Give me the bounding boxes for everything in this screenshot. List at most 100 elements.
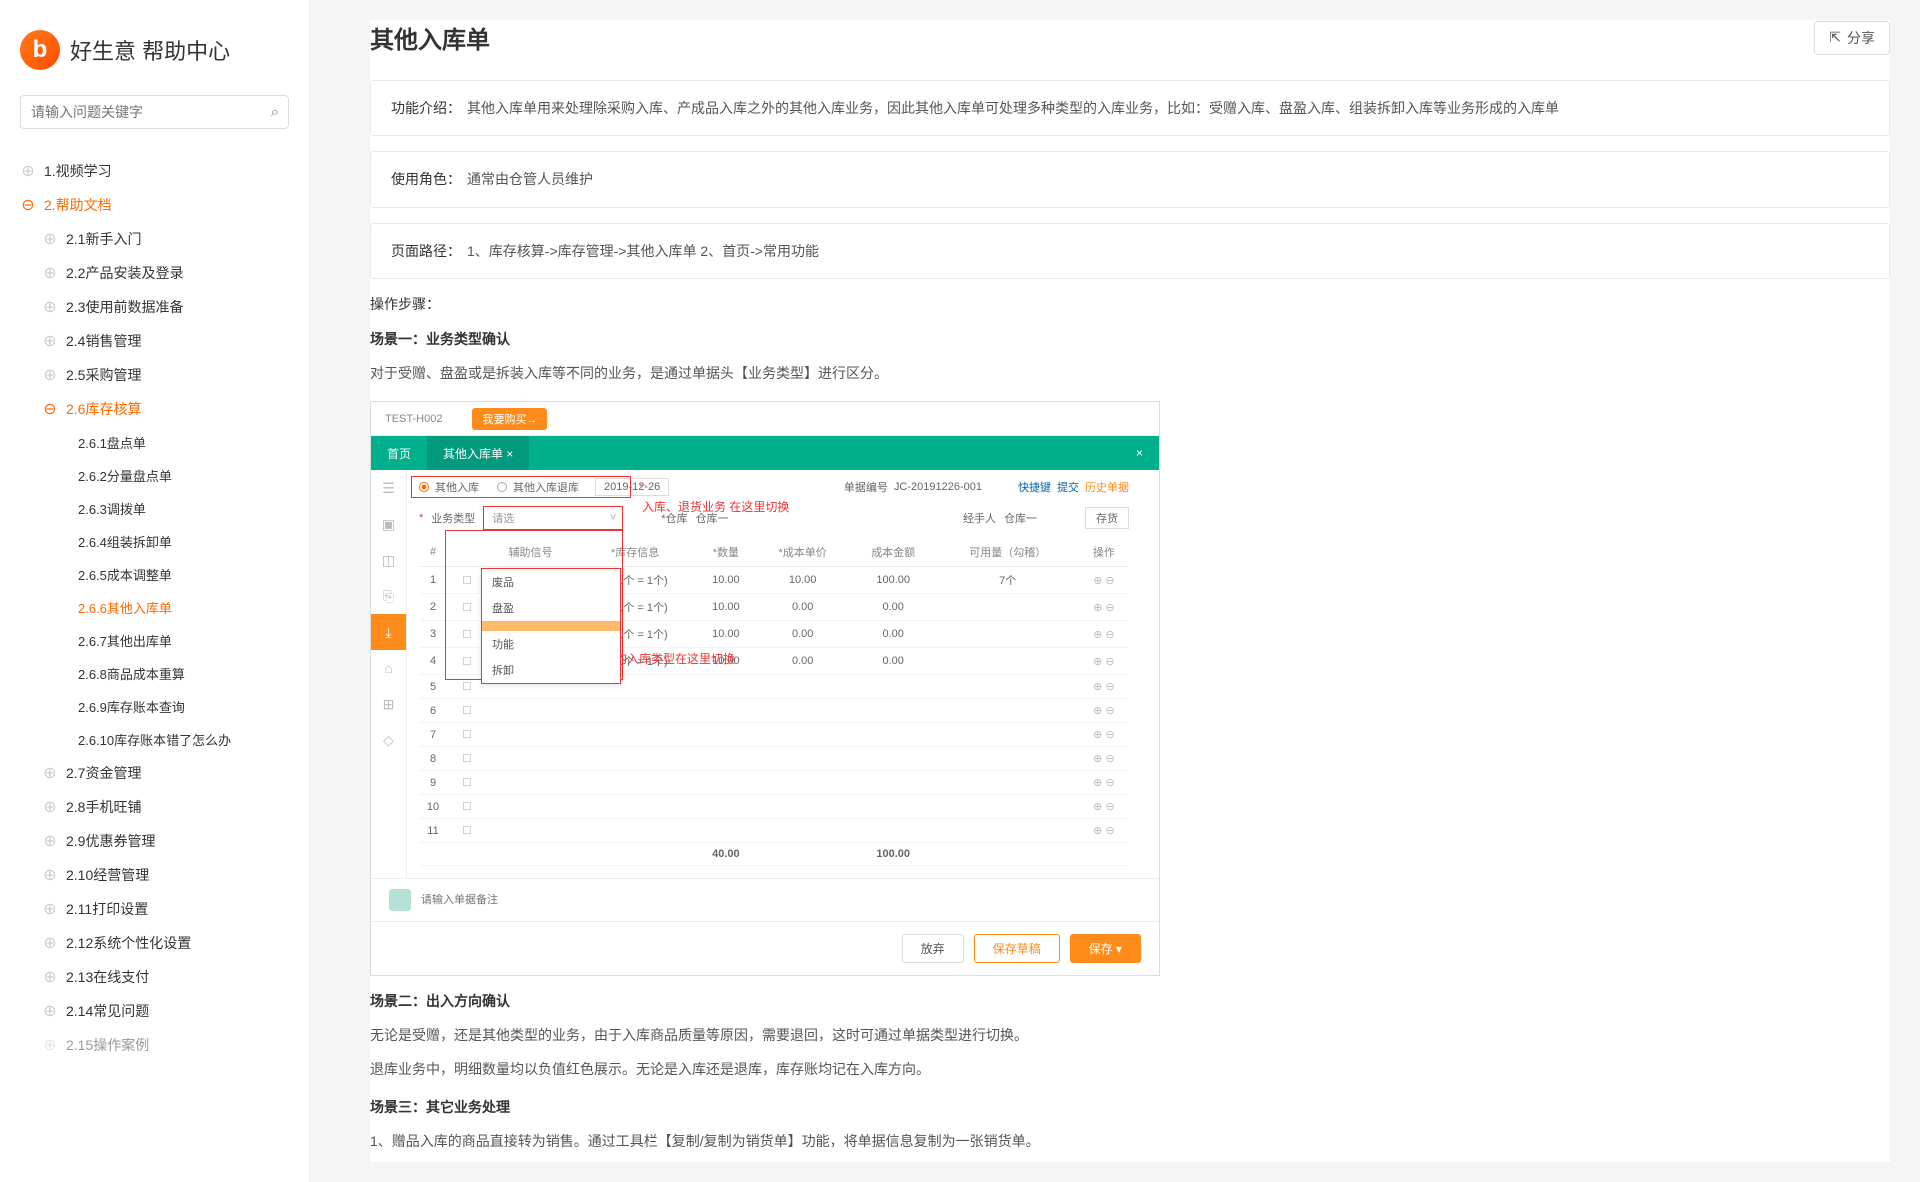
col: *数量 <box>696 538 755 567</box>
scene3-title: 场景三：其它业务处理 <box>370 1097 1890 1117</box>
share-button[interactable]: ⇱ 分享 <box>1814 21 1890 55</box>
plus-circle-icon: ⊕ <box>42 867 58 883</box>
role-text: 通常由仓管人员维护 <box>467 171 593 187</box>
nav-item-2-3[interactable]: ⊕2.3使用前数据准备 <box>20 290 289 324</box>
nav-item-2-14[interactable]: ⊕ 2.14常见问题 <box>20 994 289 1028</box>
nav-item-2-6-2[interactable]: 2.6.2分量盘点单 <box>20 459 289 492</box>
rail-icon: ☰ <box>371 470 406 506</box>
table-row: 8☐⊕ ⊖ <box>419 747 1129 771</box>
plus-circle-icon: ⊕ <box>42 901 58 917</box>
plus-circle-icon: ⊕ <box>42 367 58 383</box>
nav-label: 2.6.4组装拆卸单 <box>78 532 172 551</box>
col: 成本金额 <box>850 538 937 567</box>
nav-item-2-6-9[interactable]: 2.6.9库存账本查询 <box>20 690 289 723</box>
nav-item-2-6-7[interactable]: 2.6.7其他出库单 <box>20 624 289 657</box>
shot-link: 快捷键 <box>1018 479 1051 495</box>
shot-footer: 放弃 保存草稿 保存 ▾ <box>371 921 1159 975</box>
brand-title: 好生意 帮助中心 <box>70 34 230 66</box>
plus-circle-icon: ⊕ <box>42 1003 58 1019</box>
nav-label: 2.8手机旺铺 <box>66 797 141 817</box>
intro-label: 功能介绍： <box>391 100 461 116</box>
nav-item-video[interactable]: ⊕ 1.视频学习 <box>20 154 289 188</box>
plus-circle-icon: ⊕ <box>42 265 58 281</box>
table-row: 7☐⊕ ⊖ <box>419 723 1129 747</box>
search-input[interactable] <box>20 95 289 129</box>
shot-memo-input <box>421 894 1141 906</box>
path-card: 页面路径：1、库存核算->库存管理->其他入库单 2、首页->常用功能 <box>370 223 1890 279</box>
rail-icon: ⎘ <box>371 578 406 614</box>
shot-biztype-label: 业务类型 <box>431 510 475 526</box>
nav-item-2-2[interactable]: ⊕ 2.2产品安装及登录 <box>20 256 289 290</box>
table-row: 9☐⊕ ⊖ <box>419 771 1129 795</box>
radio-in-label: 其他入库 <box>435 479 479 495</box>
shot-memo-row <box>371 878 1159 921</box>
col: 可用量（勾稽） <box>937 538 1079 567</box>
rail-icon: ▣ <box>371 506 406 542</box>
search-icon[interactable]: ⌕ <box>271 104 279 121</box>
intro-card: 功能介绍：其他入库单用来处理除采购入库、产成品入库之外的其他入库业务，因此其他入… <box>370 80 1890 136</box>
rail-icon: ⊞ <box>371 686 406 722</box>
nav-label: 2.9优惠券管理 <box>66 831 155 851</box>
shot-doc-type-row: 其他入库 其他入库退库 2019-12-26 单据编号 JC-20191226-… <box>419 470 1129 500</box>
nav-item-2-5[interactable]: ⊕2.5采购管理 <box>20 358 289 392</box>
shot-topbar: TEST-H002 我要购买→ <box>371 402 1159 436</box>
nav-item-2-6[interactable]: ⊖2.6库存核算 <box>20 392 289 426</box>
nav-label: 2.6.6其他入库单 <box>78 598 172 617</box>
nav-label: 2.7资金管理 <box>66 763 141 783</box>
chevron-down-icon: ˅ <box>610 512 616 524</box>
nav-item-2-6-1[interactable]: 2.6.1盘点单 <box>20 426 289 459</box>
shot-buy-button: 我要购买→ <box>472 408 547 430</box>
shot-discard-btn: 放弃 <box>902 934 964 963</box>
nav-label: 2.1新手入门 <box>66 229 141 249</box>
nav-item-2-1[interactable]: ⊕2.1新手入门 <box>20 222 289 256</box>
nav-item-2-8[interactable]: ⊕ 2.8手机旺铺 <box>20 790 289 824</box>
shot-doc-no-label: 单据编号 <box>844 479 888 495</box>
nav-label: 1.视频学习 <box>44 161 112 181</box>
nav-label: 2.14常见问题 <box>66 1001 149 1021</box>
nav-item-2-6-3[interactable]: 2.6.3调拨单 <box>20 492 289 525</box>
role-label: 使用角色： <box>391 171 461 187</box>
nav-item-2-13[interactable]: ⊕2.13在线支付 <box>20 960 289 994</box>
nav-item-2-6-5[interactable]: 2.6.5成本调整单 <box>20 558 289 591</box>
shot-dropdown-list: 废品 盘盈 功能 拆卸 <box>481 568 621 684</box>
table-row: 10☐⊕ ⊖ <box>419 795 1129 819</box>
dd-item: 功能 <box>482 631 620 657</box>
nav-item-2-15[interactable]: ⊕2.15操作案例 <box>20 1028 289 1062</box>
brand: b 好生意 帮助中心 <box>20 30 289 70</box>
scene2-text2: 退库业务中，明细数量均以负值红色展示。无论是入库还是退库，库存账均记在入库方向。 <box>370 1057 1890 1082</box>
scene2-text1: 无论是受赠，还是其他类型的业务，由于入库商品质量等原因，需要退回，这时可通过单据… <box>370 1023 1890 1048</box>
table-row: 6☐⊕ ⊖ <box>419 699 1129 723</box>
brand-logo-icon: b <box>20 30 60 70</box>
nav-item-2-6-6[interactable]: 2.6.6其他入库单 <box>20 591 289 624</box>
plus-circle-icon: ⊕ <box>42 799 58 815</box>
share-label: 分享 <box>1847 28 1875 48</box>
shot-biztype-dropdown: 请选˅ <box>483 506 623 530</box>
shot-doc-no: JC-20191226-001 <box>894 481 982 493</box>
plus-circle-icon: ⊕ <box>42 333 58 349</box>
scene2-title: 场景二：出入方向确认 <box>370 991 1890 1011</box>
minus-circle-icon: ⊖ <box>42 401 58 417</box>
plus-circle-icon: ⊕ <box>42 833 58 849</box>
col: *库存信息 <box>574 538 696 567</box>
shot-tab-doc: 其他入库单 × <box>427 436 529 470</box>
nav-item-2-9[interactable]: ⊕ 2.9优惠券管理 <box>20 824 289 858</box>
nav-item-2-4[interactable]: ⊕2.4销售管理 <box>20 324 289 358</box>
shot-body: ☰ ▣ ◫ ⎘ ⤓ ⌂ ⊞ ◇ ← 入库、退货业务 在这里切换 不同业务的入库类… <box>371 470 1159 878</box>
nav-item-docs[interactable]: ⊖ 2.帮助文档 <box>20 188 289 222</box>
plus-circle-icon: ⊕ <box>42 935 58 951</box>
nav-item-2-11[interactable]: ⊕2.11打印设置 <box>20 892 289 926</box>
minus-circle-icon: ⊖ <box>20 197 36 213</box>
nav-item-2-7[interactable]: ⊕2.7资金管理 <box>20 756 289 790</box>
nav-item-2-12[interactable]: ⊕2.12系统个性化设置 <box>20 926 289 960</box>
nav-item-2-6-4[interactable]: 2.6.4组装拆卸单 <box>20 525 289 558</box>
nav-item-2-10[interactable]: ⊕2.10经营管理 <box>20 858 289 892</box>
role-card: 使用角色： 通常由仓管人员维护 <box>370 151 1890 207</box>
shot-handler-value: 仓库一 <box>1004 510 1037 526</box>
nav-label: 2.2产品安装及登录 <box>66 263 183 283</box>
scene3-text: 1、赠品入库的商品直接转为销售。通过工具栏【复制/复制为销货单】功能，将单据信息… <box>370 1129 1890 1154</box>
nav-item-2-6-8[interactable]: 2.6.8商品成本重算 <box>20 657 289 690</box>
page-title: 其他入库单 <box>370 20 490 55</box>
col: 辅助信号 <box>487 538 574 567</box>
radio-back-label: 其他入库退库 <box>513 479 579 495</box>
nav-item-2-6-10[interactable]: 2.6.10库存账本错了怎么办 <box>20 723 289 756</box>
